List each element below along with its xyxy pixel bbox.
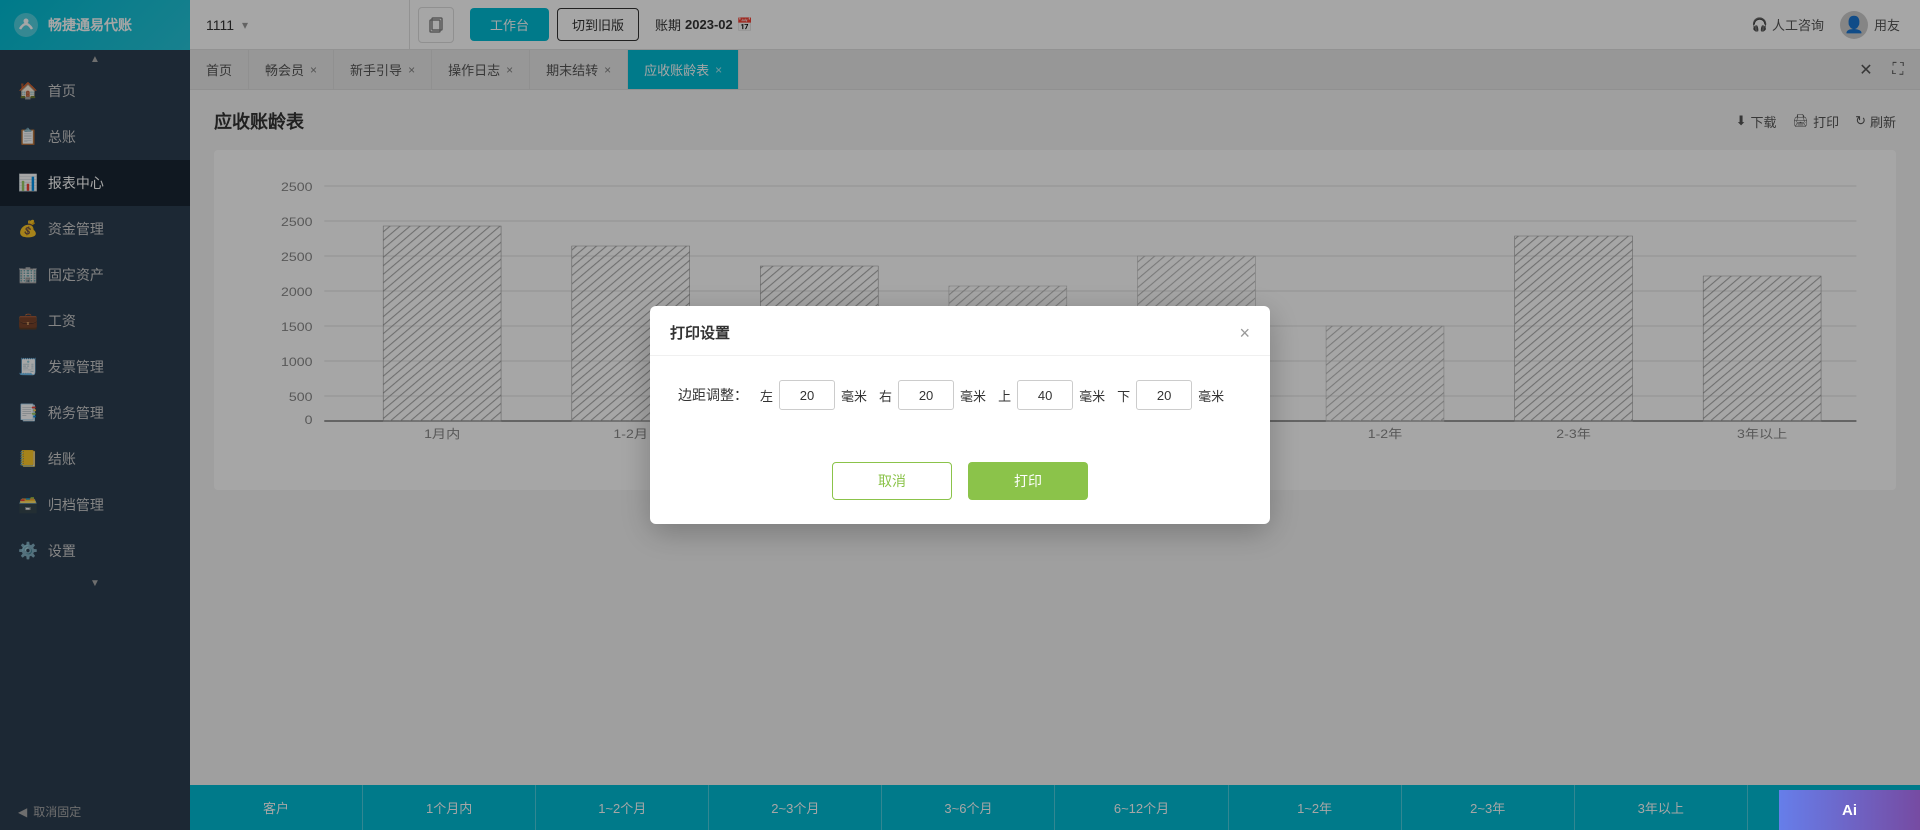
- left-margin-input[interactable]: [779, 380, 835, 410]
- left-label: 左: [760, 386, 773, 405]
- margin-label: 边距调整：: [678, 385, 748, 405]
- top-label: 上: [998, 386, 1011, 405]
- right-unit: 毫米: [960, 386, 986, 405]
- left-margin-group: 左 毫米: [760, 380, 867, 410]
- left-unit: 毫米: [841, 386, 867, 405]
- right-margin-input[interactable]: [898, 380, 954, 410]
- top-margin-group: 上 毫米: [998, 380, 1105, 410]
- right-label: 右: [879, 386, 892, 405]
- ai-badge[interactable]: Ai: [1779, 790, 1920, 830]
- print-confirm-button[interactable]: 打印: [968, 462, 1088, 500]
- dialog-title: 打印设置: [670, 322, 730, 343]
- bottom-label: 下: [1117, 386, 1130, 405]
- modal-overlay[interactable]: 打印设置 × 边距调整： 左 毫米 右 毫米 上 毫米: [0, 0, 1920, 830]
- bottom-margin-input[interactable]: [1136, 380, 1192, 410]
- dialog-close-button[interactable]: ×: [1239, 324, 1250, 342]
- bottom-margin-group: 下 毫米: [1117, 380, 1224, 410]
- margin-row: 边距调整： 左 毫米 右 毫米 上 毫米 下: [678, 380, 1242, 410]
- print-settings-dialog: 打印设置 × 边距调整： 左 毫米 右 毫米 上 毫米: [650, 306, 1270, 524]
- ai-label: Ai: [1842, 802, 1857, 819]
- bottom-unit: 毫米: [1198, 386, 1224, 405]
- top-margin-input[interactable]: [1017, 380, 1073, 410]
- dialog-footer: 取消 打印: [650, 454, 1270, 524]
- right-margin-group: 右 毫米: [879, 380, 986, 410]
- dialog-body: 边距调整： 左 毫米 右 毫米 上 毫米 下: [650, 356, 1270, 454]
- cancel-button[interactable]: 取消: [832, 462, 952, 500]
- top-unit: 毫米: [1079, 386, 1105, 405]
- dialog-header: 打印设置 ×: [650, 306, 1270, 356]
